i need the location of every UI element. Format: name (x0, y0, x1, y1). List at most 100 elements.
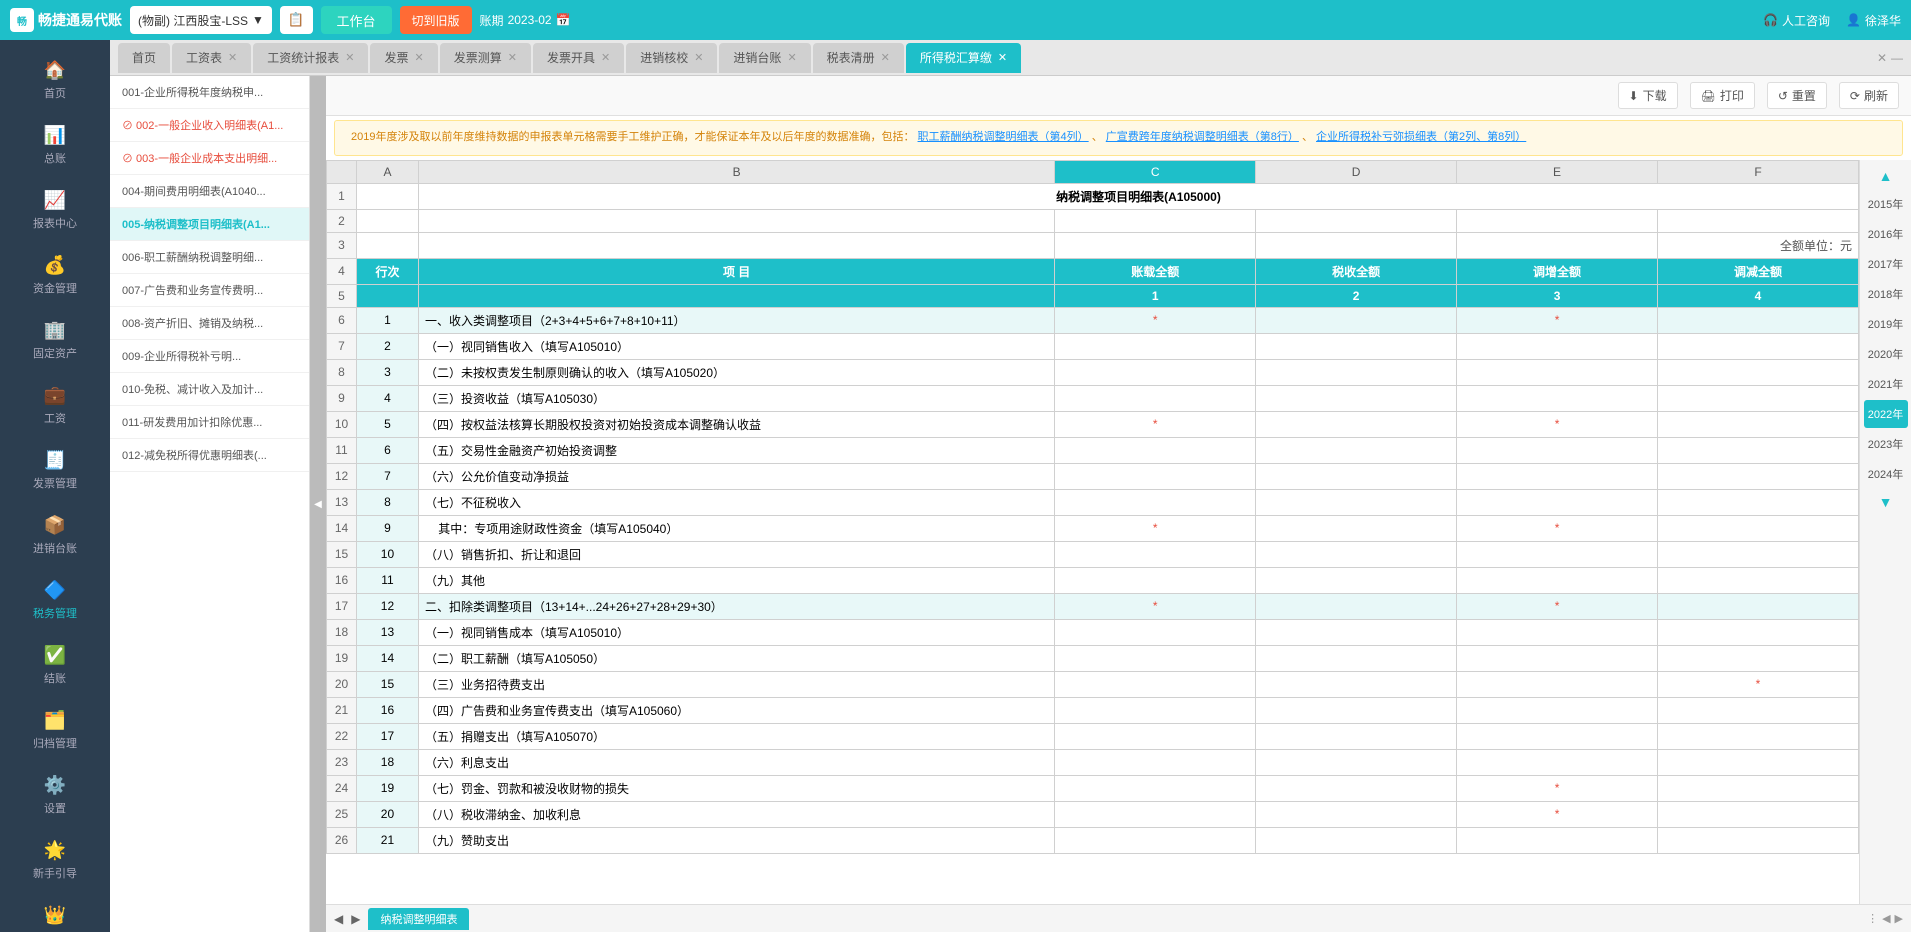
company-select[interactable]: (物副) 江西股宝-LSS ▼ (130, 6, 272, 34)
back-button[interactable]: 切到旧版 (400, 6, 472, 34)
sidebar-item-salary[interactable]: 💼 工资 (0, 373, 110, 438)
tab-close-invoice-issue[interactable]: ✕ (601, 51, 610, 64)
tab-close-sales-ledger[interactable]: ✕ (787, 51, 796, 64)
year-2021[interactable]: 2021年 (1864, 370, 1908, 398)
doc-item-012[interactable]: 012-减免税所得优惠明细表(... (110, 439, 309, 472)
sheet-toolbar: ⬇ 下载 🖨 打印 ↺ 重置 ⟳ 刷新 (326, 76, 1911, 116)
doc-item-005[interactable]: 005-纳税调整项目明细表(A1... (110, 208, 309, 241)
sub-header-1: 1 (1055, 284, 1256, 307)
ledger-icon: 📊 (44, 125, 66, 146)
table-row: 9 4 （三）投资收益（填写A105030） (327, 385, 1859, 411)
tab-sales-ledger[interactable]: 进销台账 ✕ (719, 43, 810, 73)
doc-item-004[interactable]: 004-期间费用明细表(A1040... (110, 175, 309, 208)
sidebar-item-invoice[interactable]: 🧾 发票管理 (0, 438, 110, 503)
window-close-icon[interactable]: ✕ (1877, 51, 1887, 65)
bottom-tab-adjust[interactable]: 纳税调整明细表 (368, 908, 469, 930)
sidebar-item-member[interactable]: 👑 畅会员 (0, 893, 110, 932)
copy-button[interactable]: 📋 (280, 6, 313, 34)
sheet-nav-prev[interactable]: ◀ (334, 912, 343, 926)
warning-link-3[interactable]: 企业所得税补亏弥损细表（第2列、第8列） (1316, 131, 1526, 143)
sidebar-item-archive[interactable]: 🗂️ 归档管理 (0, 698, 110, 763)
doc-item-001[interactable]: 001-企业所得税年度纳税申... (110, 76, 309, 109)
doc-item-009[interactable]: 009-企业所得税补亏明... (110, 340, 309, 373)
doc-item-002[interactable]: ⊘ 002-一般企业收入明细表(A1... (110, 109, 309, 142)
sidebar-item-settings[interactable]: ⚙️ 设置 (0, 763, 110, 828)
panel-collapse-button[interactable]: ◀ (310, 76, 326, 932)
workbench-button[interactable]: 工作台 (321, 6, 392, 34)
warning-bar: 2019年度涉及取以前年度维持数据的申报表单元格需要手工维护正确，才能保证本年及… (334, 120, 1903, 156)
print-button[interactable]: 🖨 打印 (1690, 82, 1755, 109)
tab-close-invoice-calc[interactable]: ✕ (508, 51, 517, 64)
user-menu[interactable]: 👤 徐泽华 (1846, 12, 1901, 29)
period-label: 账期 2023-02 📅 (480, 12, 571, 29)
doc-item-003[interactable]: ⊘ 003-一般企业成本支出明细... (110, 142, 309, 175)
sidebar-item-ledger[interactable]: 📊 总账 (0, 113, 110, 178)
sub-header-4: 4 (1658, 284, 1859, 307)
year-scroll-down[interactable]: ▼ (1864, 490, 1908, 514)
tab-salary-report[interactable]: 工资统计报表 ✕ (253, 43, 368, 73)
year-2019[interactable]: 2019年 (1864, 310, 1908, 338)
sub-header-3: 3 (1457, 284, 1658, 307)
window-minimize-icon[interactable]: — (1891, 51, 1903, 65)
settings-icon: ⚙️ (44, 775, 66, 796)
year-2015[interactable]: 2015年 (1864, 190, 1908, 218)
table-row: 10 5 （四）按权益法核算长期股权投资对初始投资成本调整确认收益 * * (327, 411, 1859, 437)
doc-item-008[interactable]: 008-资产折旧、摊销及纳税... (110, 307, 309, 340)
sheet-nav-next[interactable]: ▶ (351, 912, 360, 926)
tab-close-income-tax[interactable]: ✕ (998, 51, 1007, 64)
doc-item-011[interactable]: 011-研发费用加计扣除优惠... (110, 406, 309, 439)
sidebar-item-finance[interactable]: 💰 资金管理 (0, 243, 110, 308)
year-scroll-up[interactable]: ▲ (1864, 164, 1908, 188)
year-2024[interactable]: 2024年 (1864, 460, 1908, 488)
tab-close-tax-forms[interactable]: ✕ (881, 51, 890, 64)
tab-invoice-calc[interactable]: 发票测算 ✕ (440, 43, 531, 73)
invoice-icon: 🧾 (44, 450, 66, 471)
doc-item-010[interactable]: 010-免税、减计收入及加计... (110, 373, 309, 406)
support-button[interactable]: 🎧 人工咨询 (1763, 12, 1830, 29)
sheet-title: 纳税调整项目明细表(A105000) (418, 183, 1858, 209)
col-item-header: 项 目 (418, 258, 1054, 284)
year-2022[interactable]: 2022年 (1864, 400, 1908, 428)
document-panel: 001-企业所得税年度纳税申... ⊘ 002-一般企业收入明细表(A1... … (110, 76, 310, 932)
warning-link-2[interactable]: 广宣费跨年度纳税调整明细表（第8行） (1106, 131, 1299, 143)
tab-salary[interactable]: 工资表 ✕ (172, 43, 251, 73)
spreadsheet-area: ⬇ 下载 🖨 打印 ↺ 重置 ⟳ 刷新 (326, 76, 1911, 932)
year-2016[interactable]: 2016年 (1864, 220, 1908, 248)
tab-close-salary-report[interactable]: ✕ (345, 51, 354, 64)
tab-close-salary[interactable]: ✕ (228, 51, 237, 64)
sidebar-item-guide[interactable]: 🌟 新手引导 (0, 828, 110, 893)
col-book-amount-header: 账载全额 (1055, 258, 1256, 284)
tab-bar: 首页 工资表 ✕ 工资统计报表 ✕ 发票 ✕ 发票测算 ✕ (110, 40, 1911, 76)
warning-link-1[interactable]: 职工薪酬纳税调整明细表（第4列） (918, 131, 1089, 143)
tab-sales-check[interactable]: 进销核校 ✕ (626, 43, 717, 73)
sidebar-item-report[interactable]: 📈 报表中心 (0, 178, 110, 243)
tab-close-sales-check[interactable]: ✕ (694, 51, 703, 64)
tab-tax-forms[interactable]: 税表清册 ✕ (813, 43, 904, 73)
year-2020[interactable]: 2020年 (1864, 340, 1908, 368)
sheet-container[interactable]: A B C D E F (326, 160, 1859, 904)
sidebar-item-assets[interactable]: 🏢 固定资产 (0, 308, 110, 373)
bottom-tab-bar: ◀ ▶ 纳税调整明细表 ⋮ ◀ ▶ (326, 904, 1911, 932)
doc-item-006[interactable]: 006-职工薪酬纳税调整明细... (110, 241, 309, 274)
year-2018[interactable]: 2018年 (1864, 280, 1908, 308)
table-row: 17 12 二、扣除类调整项目（13+14+...24+26+27+28+29+… (327, 593, 1859, 619)
sidebar-item-closing[interactable]: ✅ 结账 (0, 633, 110, 698)
reset-button[interactable]: ↺ 重置 (1767, 82, 1827, 109)
year-2023[interactable]: 2023年 (1864, 430, 1908, 458)
table-row: 26 21 （九）赞助支出 (327, 827, 1859, 853)
sub-header-2: 2 (1256, 284, 1457, 307)
doc-item-007[interactable]: 007-广告费和业务宣传费明... (110, 274, 309, 307)
sidebar-item-tax[interactable]: 🔷 税务管理 (0, 568, 110, 633)
year-2017[interactable]: 2017年 (1864, 250, 1908, 278)
refresh-button[interactable]: ⟳ 刷新 (1839, 82, 1899, 109)
tab-invoice-issue[interactable]: 发票开具 ✕ (533, 43, 624, 73)
tab-income-tax[interactable]: 所得税汇算缴 ✕ (906, 43, 1021, 73)
sidebar-item-home[interactable]: 🏠 首页 (0, 48, 110, 113)
tab-close-invoice[interactable]: ✕ (415, 51, 424, 64)
download-button[interactable]: ⬇ 下载 (1618, 82, 1678, 109)
table-row: 12 7 （六）公允价值变动净损益 (327, 463, 1859, 489)
sidebar-item-inventory[interactable]: 📦 进销台账 (0, 503, 110, 568)
tab-home[interactable]: 首页 (118, 43, 170, 73)
scroll-indicator: ⋮ ◀ ▶ (1867, 912, 1903, 925)
tab-invoice[interactable]: 发票 ✕ (370, 43, 437, 73)
